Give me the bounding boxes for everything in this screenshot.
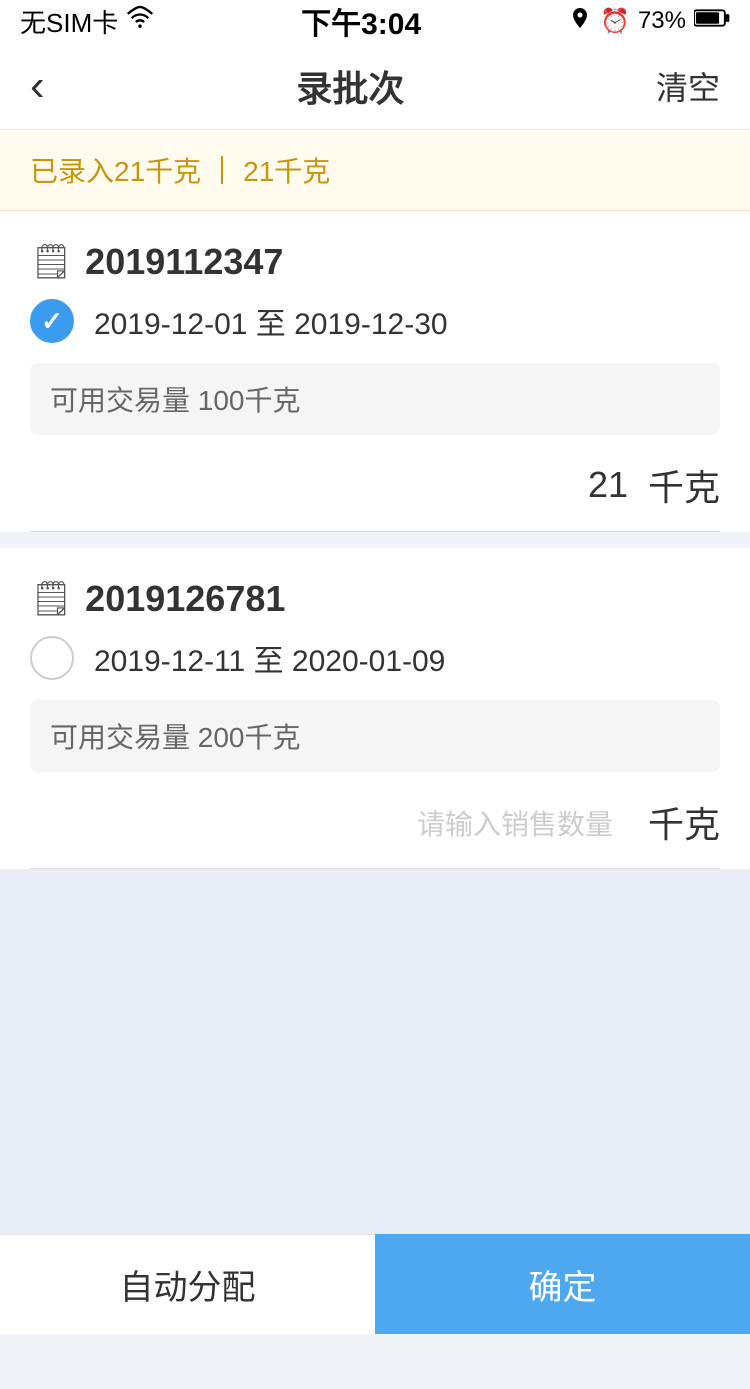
status-icons: ⏰ 73% [568, 6, 730, 37]
batch-date-row-1[interactable]: 2019-12-01 至 2019-12-30 [30, 299, 720, 343]
summary-value: 21千克 [243, 150, 330, 190]
location-icon [568, 6, 592, 37]
wifi-icon [126, 4, 154, 39]
back-button[interactable]: ‹ [30, 64, 45, 108]
status-time: 下午3:04 [301, 0, 421, 43]
batch-id-2: 2019126781 [85, 578, 285, 620]
confirm-button[interactable]: 确定 [375, 1234, 750, 1334]
radio-checked-1[interactable] [30, 299, 74, 343]
qty-value-1: 21 [588, 464, 628, 506]
available-qty-1: 可用交易量 100千克 [30, 363, 720, 435]
qty-input-2[interactable] [163, 801, 628, 843]
status-bar: 无SIM卡 下午3:04 ⏰ 73% [0, 0, 750, 42]
batch-card-1: 🗒 2019112347 2019-12-01 至 2019-12-30 可用交… [0, 211, 750, 532]
qty-unit-2: 千克 [648, 796, 720, 848]
batch-date-row-2[interactable]: 2019-12-11 至 2020-01-09 [30, 636, 720, 680]
summary-divider [221, 156, 223, 184]
batch-id-1: 2019112347 [85, 241, 283, 283]
battery-icon [694, 7, 730, 35]
input-row-1: 21 千克 [30, 435, 720, 531]
available-qty-2: 可用交易量 200千克 [30, 700, 720, 772]
input-row-2[interactable]: 千克 [30, 772, 720, 868]
empty-area [0, 869, 750, 1289]
clear-button[interactable]: 清空 [656, 63, 720, 109]
batch-icon-2: 🗒 [30, 579, 73, 619]
bottom-bar: 自动分配 确定 [0, 1234, 750, 1334]
batch-card-2: 🗒 2019126781 2019-12-11 至 2020-01-09 可用交… [0, 548, 750, 869]
summary-bar: 已录入21千克 21千克 [0, 130, 750, 211]
batch-date-1: 2019-12-01 至 2019-12-30 [94, 299, 448, 343]
carrier-text: 无SIM卡 [20, 3, 118, 40]
status-carrier: 无SIM卡 [20, 3, 154, 40]
batch-date-2: 2019-12-11 至 2020-01-09 [94, 636, 445, 680]
alarm-icon: ⏰ [600, 7, 630, 36]
summary-label: 已录入21千克 [30, 150, 201, 190]
nav-bar: ‹ 录批次 清空 [0, 42, 750, 130]
page-title: 录批次 [296, 60, 404, 112]
auto-distribute-button[interactable]: 自动分配 [0, 1234, 375, 1334]
qty-unit-1: 千克 [648, 459, 720, 511]
batch-header-2: 🗒 2019126781 [30, 578, 720, 620]
card-separator [0, 532, 750, 548]
batch-icon-1: 🗒 [30, 242, 73, 282]
radio-unchecked-2[interactable] [30, 636, 74, 680]
batch-header-1: 🗒 2019112347 [30, 241, 720, 283]
battery-text: 73% [638, 7, 686, 35]
